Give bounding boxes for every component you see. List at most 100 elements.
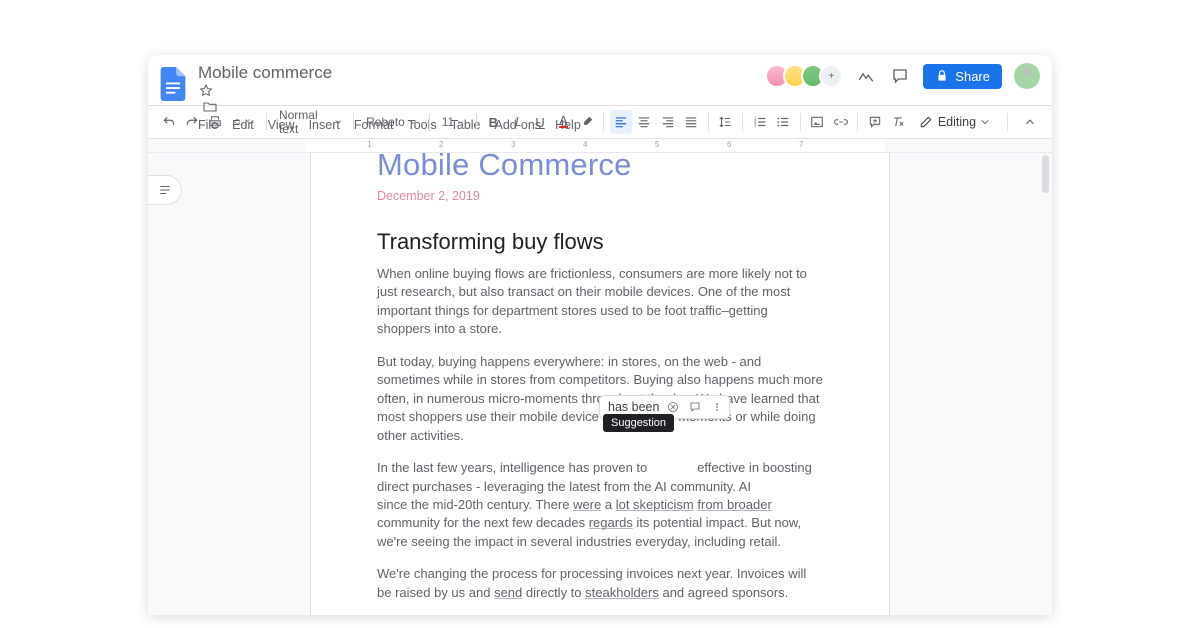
- numbered-list-button[interactable]: 123: [749, 110, 770, 134]
- suggestion-text: has been: [608, 400, 659, 414]
- collaborator-avatars[interactable]: +: [771, 64, 843, 88]
- text: directly to: [522, 585, 585, 600]
- comments-icon[interactable]: [889, 65, 911, 87]
- text: community for the next few decades: [377, 515, 589, 530]
- app-window: Mobile commerce File Edit View Insert Fo…: [148, 55, 1052, 615]
- separator: [708, 113, 709, 131]
- share-button[interactable]: Share: [923, 64, 1002, 89]
- chevron-down-icon: [458, 118, 464, 126]
- avatar-more[interactable]: +: [819, 64, 843, 88]
- paragraph-style-select[interactable]: Normal text: [273, 110, 347, 134]
- ruler-mark: 6: [727, 140, 731, 149]
- separator: [266, 113, 267, 131]
- separator: [742, 113, 743, 131]
- separator: [476, 113, 477, 131]
- align-justify-button[interactable]: [680, 110, 701, 134]
- add-comment-button[interactable]: [864, 110, 885, 134]
- font-size: 11: [442, 115, 454, 129]
- more-options-button[interactable]: [709, 399, 725, 415]
- svg-text:3: 3: [754, 123, 757, 128]
- highlight-button[interactable]: [576, 110, 597, 134]
- bold-button[interactable]: B: [483, 110, 504, 134]
- titlebar: Mobile commerce File Edit View Insert Fo…: [148, 55, 1052, 105]
- bulleted-list-button[interactable]: [772, 110, 793, 134]
- toolbar: Normal text Roboto 11 B I U A 123: [148, 105, 1052, 139]
- text-color-button[interactable]: A: [553, 110, 574, 134]
- ruler-mark: 3: [511, 140, 515, 149]
- document-h2: Transforming buy flows: [377, 229, 823, 255]
- activity-icon[interactable]: [855, 65, 877, 87]
- text: In the last few years, intelligence has …: [377, 460, 651, 475]
- ruler[interactable]: 1 2 3 4 5 6 7: [148, 139, 1052, 153]
- line-spacing-button[interactable]: [715, 110, 736, 134]
- clear-formatting-button[interactable]: [887, 110, 908, 134]
- paragraph: When online buying flows are frictionles…: [377, 265, 823, 339]
- outline-icon: [158, 183, 172, 197]
- star-icon[interactable]: [198, 83, 214, 99]
- grammar-suggestion[interactable]: steakholders: [585, 585, 659, 600]
- undo-button[interactable]: [158, 110, 179, 134]
- ruler-mark: 1: [367, 140, 371, 149]
- feedback-button[interactable]: [687, 399, 703, 415]
- ruler-mark: 4: [583, 140, 587, 149]
- titlebar-right: + Share: [771, 63, 1040, 89]
- style-label: Normal text: [279, 108, 331, 136]
- separator: [429, 113, 430, 131]
- separator: [857, 113, 858, 131]
- toolbar-right: Editing: [911, 110, 1042, 134]
- lock-icon: [935, 69, 949, 83]
- document-h1: Mobile Commerce: [377, 153, 823, 183]
- ruler-mark: 7: [799, 140, 803, 149]
- editing-mode-select[interactable]: Editing: [911, 112, 997, 132]
- paragraph: We're changing the process for processin…: [377, 565, 823, 602]
- text: and agreed sponsors.: [659, 585, 788, 600]
- grammar-suggestion[interactable]: lot skepticism: [616, 497, 694, 512]
- grammar-suggestion[interactable]: send: [494, 585, 522, 600]
- align-left-button[interactable]: [610, 110, 631, 134]
- insert-image-button[interactable]: [807, 110, 828, 134]
- document-title[interactable]: Mobile commerce: [198, 63, 332, 83]
- comment-icon: [689, 401, 701, 413]
- italic-button[interactable]: I: [506, 110, 527, 134]
- mode-label: Editing: [938, 115, 976, 129]
- chevron-down-icon: [246, 118, 254, 126]
- paragraph: In the last few years, intelligence has …: [377, 459, 823, 551]
- insert-link-button[interactable]: [830, 110, 851, 134]
- scrollbar[interactable]: [1042, 155, 1049, 193]
- share-label: Share: [955, 69, 990, 84]
- collapse-toolbar-button[interactable]: [1018, 110, 1042, 134]
- font-family-select[interactable]: Roboto: [360, 110, 423, 134]
- suggestion-tooltip: Suggestion: [603, 414, 674, 432]
- ruler-page-area: 1 2 3 4 5 6 7: [305, 139, 885, 152]
- ruler-mark: 2: [439, 140, 443, 149]
- dismiss-suggestion-button[interactable]: [665, 399, 681, 415]
- grammar-suggestion[interactable]: from broader: [697, 497, 771, 512]
- print-button[interactable]: [205, 110, 226, 134]
- zoom-select[interactable]: [228, 110, 260, 134]
- document-page[interactable]: Mobile Commerce December 2, 2019 Transfo…: [310, 153, 890, 615]
- separator: [353, 113, 354, 131]
- align-right-button[interactable]: [657, 110, 678, 134]
- separator: [800, 113, 801, 131]
- font-label: Roboto: [366, 115, 405, 129]
- canvas: Mobile Commerce December 2, 2019 Transfo…: [148, 153, 1052, 615]
- pencil-icon: [919, 115, 933, 129]
- close-circle-icon: [667, 401, 679, 413]
- separator: [603, 113, 604, 131]
- more-vertical-icon: [712, 401, 722, 413]
- docs-logo-icon: [160, 67, 186, 101]
- redo-button[interactable]: [181, 110, 202, 134]
- align-center-button[interactable]: [634, 110, 655, 134]
- chevron-down-icon: [409, 118, 417, 126]
- text: since the mid-20th century. There: [377, 497, 573, 512]
- grammar-suggestion[interactable]: regards: [589, 515, 633, 530]
- outline-toggle[interactable]: [148, 175, 182, 205]
- underline-button[interactable]: U: [529, 110, 550, 134]
- grammar-suggestion[interactable]: were: [573, 497, 601, 512]
- separator: [1007, 113, 1008, 131]
- font-size-select[interactable]: 11: [436, 110, 470, 134]
- account-avatar[interactable]: [1014, 63, 1040, 89]
- chevron-down-icon: [335, 118, 342, 126]
- document-date: December 2, 2019: [377, 189, 823, 203]
- text: a: [601, 497, 615, 512]
